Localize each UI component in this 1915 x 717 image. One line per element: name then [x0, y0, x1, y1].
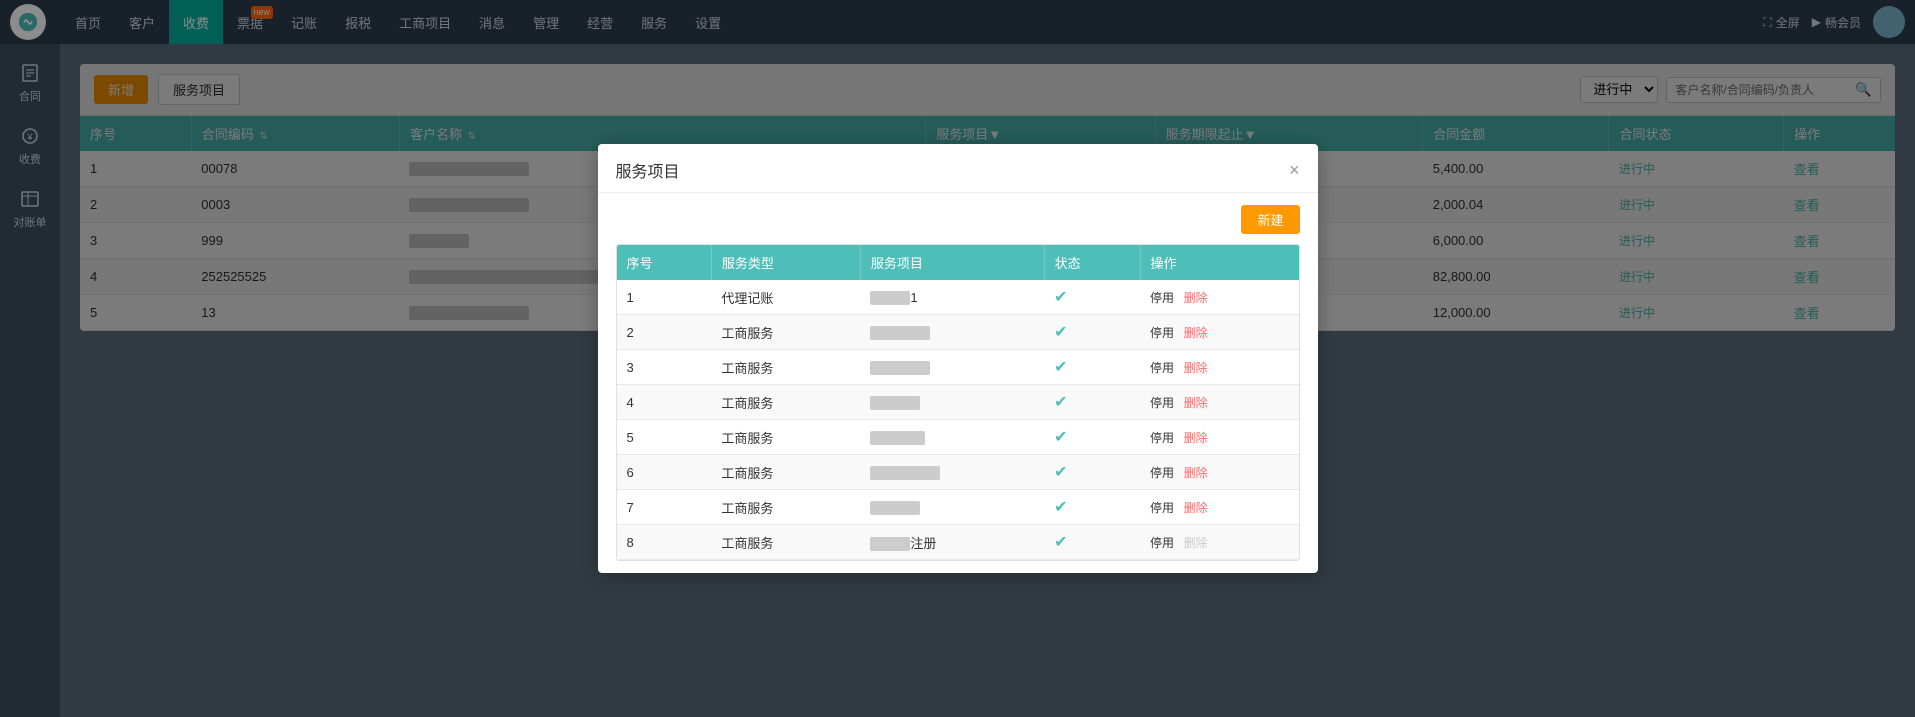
main-layout: 合同 ¥ 收费 对账单 — [0, 44, 1915, 717]
modal-col-status: 状态 — [1044, 245, 1140, 280]
modal-table-wrap[interactable]: 序号 服务类型 服务项目 状态 操作 1 代理记账 — [616, 244, 1300, 561]
list-item: 8 工商服务 注册 ✔ 停用 删除 — [617, 525, 1299, 560]
stop-button[interactable]: 停用 — [1150, 326, 1174, 340]
modal-col-seq: 序号 — [617, 245, 712, 280]
modal-header: 服务项目 × — [598, 144, 1318, 193]
list-item: 2 工商服务 ✔ 停用 删除 — [617, 315, 1299, 350]
status-check-icon: ✔ — [1054, 324, 1067, 341]
stop-button[interactable]: 停用 — [1150, 466, 1174, 480]
delete-button[interactable]: 删除 — [1184, 536, 1208, 550]
stop-button[interactable]: 停用 — [1150, 536, 1174, 550]
stop-button[interactable]: 停用 — [1150, 291, 1174, 305]
status-check-icon: ✔ — [1054, 534, 1067, 551]
modal-close-button[interactable]: × — [1289, 161, 1300, 179]
delete-button[interactable]: 删除 — [1184, 501, 1208, 515]
service-items-table: 序号 服务类型 服务项目 状态 操作 1 代理记账 — [617, 245, 1299, 560]
stop-button[interactable]: 停用 — [1150, 501, 1174, 515]
status-check-icon: ✔ — [1054, 359, 1067, 376]
delete-button[interactable]: 删除 — [1184, 361, 1208, 375]
modal-body: 新建 序号 服务类型 服务项目 状态 操作 — [598, 193, 1318, 573]
status-check-icon: ✔ — [1054, 499, 1067, 516]
stop-button[interactable]: 停用 — [1150, 361, 1174, 375]
content-area: 新增 服务项目 进行中 已完成 全部 🔍 — [60, 44, 1915, 717]
stop-button[interactable]: 停用 — [1150, 396, 1174, 410]
delete-button[interactable]: 删除 — [1184, 326, 1208, 340]
modal-overlay: 服务项目 × 新建 序号 服务类型 服务项目 — [60, 44, 1915, 717]
modal-toolbar: 新建 — [616, 205, 1300, 234]
delete-button[interactable]: 删除 — [1184, 396, 1208, 410]
list-item: 5 工商服务 ✔ 停用 删除 — [617, 420, 1299, 455]
delete-button[interactable]: 删除 — [1184, 431, 1208, 445]
modal-col-type: 服务类型 — [711, 245, 860, 280]
status-check-icon: ✔ — [1054, 464, 1067, 481]
service-items-modal: 服务项目 × 新建 序号 服务类型 服务项目 — [598, 144, 1318, 573]
delete-button[interactable]: 删除 — [1184, 291, 1208, 305]
stop-button[interactable]: 停用 — [1150, 431, 1174, 445]
status-check-icon: ✔ — [1054, 289, 1067, 306]
modal-new-button[interactable]: 新建 — [1241, 205, 1299, 234]
list-item: 7 工商服务 ✔ 停用 删除 — [617, 490, 1299, 525]
modal-title: 服务项目 — [616, 158, 680, 182]
status-check-icon: ✔ — [1054, 394, 1067, 411]
list-item: 6 工商服务 ✔ 停用 删除 — [617, 455, 1299, 490]
delete-button[interactable]: 删除 — [1184, 466, 1208, 480]
list-item: 3 工商服务 ✔ 停用 删除 — [617, 350, 1299, 385]
list-item: 1 代理记账 1 ✔ 停用 删除 — [617, 280, 1299, 315]
modal-col-item: 服务项目 — [860, 245, 1044, 280]
modal-col-actions: 操作 — [1140, 245, 1298, 280]
status-check-icon: ✔ — [1054, 429, 1067, 446]
list-item: 4 工商服务 ✔ 停用 删除 — [617, 385, 1299, 420]
